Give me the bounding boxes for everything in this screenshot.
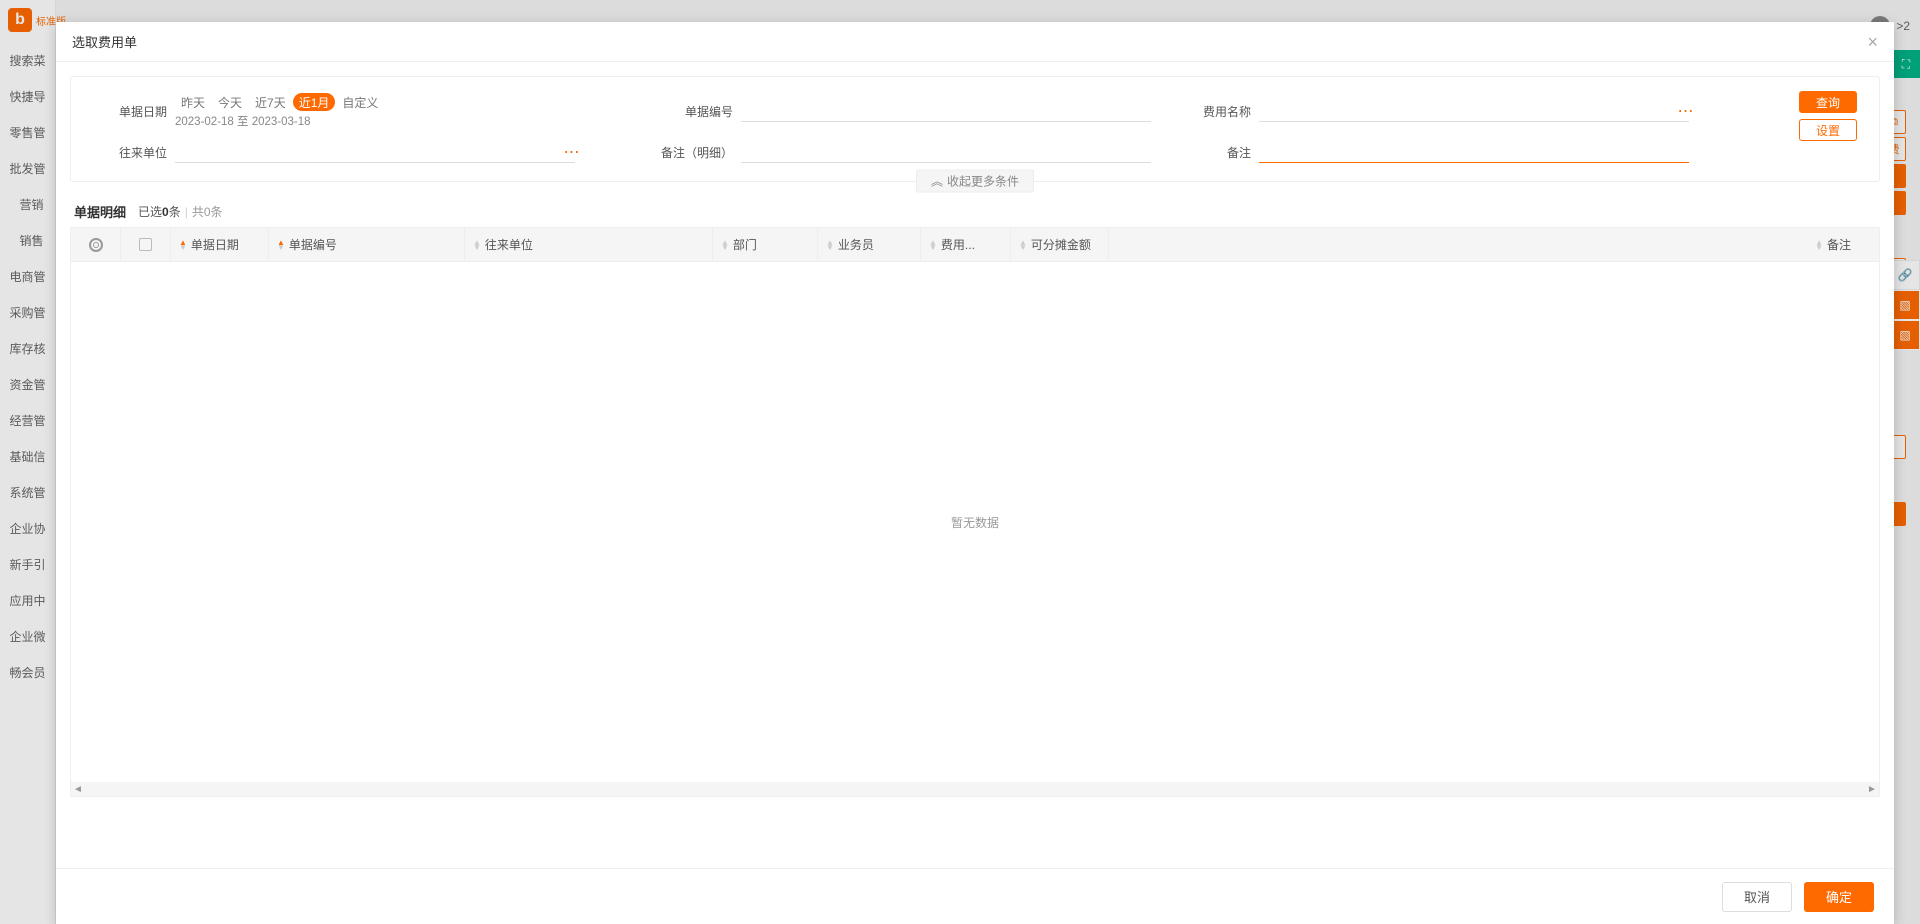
col-clerk[interactable]: ▲▼业务员: [818, 228, 921, 261]
modal-header: 选取费用单 ×: [56, 22, 1894, 62]
modal-body: 单据日期 昨天 今天 近7天 近1月 自定义 2023-02-18 至 2023…: [56, 62, 1894, 868]
filter-code: 单据编号: [659, 93, 1151, 129]
date-tag[interactable]: 近7天: [249, 93, 292, 111]
tab-detail[interactable]: 单据明细: [74, 202, 126, 221]
col-fee[interactable]: ▲▼费用...: [921, 228, 1011, 261]
filter-date: 单据日期 昨天 今天 近7天 近1月 自定义 2023-02-18 至 2023…: [93, 93, 633, 129]
close-icon[interactable]: ×: [1867, 33, 1878, 51]
filter-panel: 单据日期 昨天 今天 近7天 近1月 自定义 2023-02-18 至 2023…: [70, 76, 1880, 182]
date-tag-active[interactable]: 近1月: [293, 93, 336, 111]
modal-footer: 取消 确定: [56, 868, 1894, 924]
filter-remark: 备注: [1177, 141, 1689, 163]
ok-button[interactable]: 确定: [1804, 882, 1874, 912]
total-count: 共0条: [192, 203, 223, 220]
col-amount[interactable]: ▲▼可分摊金额: [1011, 228, 1109, 261]
col-remark[interactable]: ▲▼备注: [1109, 228, 1879, 261]
more-icon[interactable]: ⋯: [1673, 101, 1693, 121]
remark-detail-input[interactable]: [741, 141, 1151, 163]
empty-placeholder: 暂无数据: [71, 262, 1879, 782]
date-range-text: 2023-02-18 至 2023-03-18: [175, 113, 384, 129]
label: 备注: [1177, 144, 1259, 161]
collapse-label: 收起更多条件: [947, 173, 1019, 190]
code-input[interactable]: [741, 100, 1151, 122]
unit-input[interactable]: [175, 141, 575, 163]
feename-input[interactable]: [1259, 100, 1689, 122]
more-icon[interactable]: ⋯: [559, 142, 579, 162]
query-button[interactable]: 查询: [1799, 91, 1857, 113]
date-tag[interactable]: 昨天: [175, 93, 211, 111]
selected-count: 已选0条: [138, 203, 181, 220]
remark-input[interactable]: [1259, 141, 1689, 163]
col-code[interactable]: ▲▼单据编号: [269, 228, 465, 261]
collapse-button[interactable]: ︽ 收起更多条件: [916, 170, 1034, 193]
date-preset-tags: 昨天 今天 近7天 近1月 自定义: [175, 93, 384, 111]
select-fee-modal: 选取费用单 × 单据日期 昨天 今天 近7天 近1月 自定义 2023-02-: [56, 22, 1894, 924]
label: 费用名称: [1177, 103, 1259, 120]
scroll-right-icon[interactable]: ►: [1865, 784, 1879, 795]
label: 往来单位: [93, 144, 175, 161]
horizontal-scrollbar[interactable]: ◄ ►: [71, 782, 1879, 796]
checkbox[interactable]: [139, 238, 152, 251]
col-dept[interactable]: ▲▼部门: [713, 228, 818, 261]
modal-title: 选取费用单: [72, 32, 137, 51]
divider: |: [185, 205, 188, 219]
gear-icon: [89, 238, 103, 252]
scroll-left-icon[interactable]: ◄: [71, 784, 85, 795]
label: 单据日期: [93, 103, 175, 120]
gear-column[interactable]: [71, 228, 121, 261]
col-unit[interactable]: ▲▼往来单位: [465, 228, 713, 261]
table-header: ▲▼单据日期 ▲▼单据编号 ▲▼往来单位 ▲▼部门 ▲▼业务员 ▲▼费用... …: [71, 228, 1879, 262]
result-table: ▲▼单据日期 ▲▼单据编号 ▲▼往来单位 ▲▼部门 ▲▼业务员 ▲▼费用... …: [70, 227, 1880, 797]
col-date[interactable]: ▲▼单据日期: [171, 228, 269, 261]
filter-unit: 往来单位 ⋯: [93, 141, 633, 163]
filter-buttons: 查询 设置: [1799, 91, 1857, 141]
tab-bar: 单据明细 已选0条 | 共0条: [74, 202, 1876, 221]
settings-button[interactable]: 设置: [1799, 119, 1857, 141]
date-tag[interactable]: 今天: [212, 93, 248, 111]
checkbox-column[interactable]: [121, 228, 171, 261]
date-tag[interactable]: 自定义: [336, 93, 384, 111]
filter-remark-detail: 备注（明细）: [659, 141, 1151, 163]
filter-feename: 费用名称 ⋯: [1177, 93, 1693, 129]
label: 备注（明细）: [659, 144, 741, 161]
cancel-button[interactable]: 取消: [1722, 882, 1792, 912]
chevron-up-icon: ︽: [931, 173, 943, 190]
label: 单据编号: [659, 103, 741, 120]
